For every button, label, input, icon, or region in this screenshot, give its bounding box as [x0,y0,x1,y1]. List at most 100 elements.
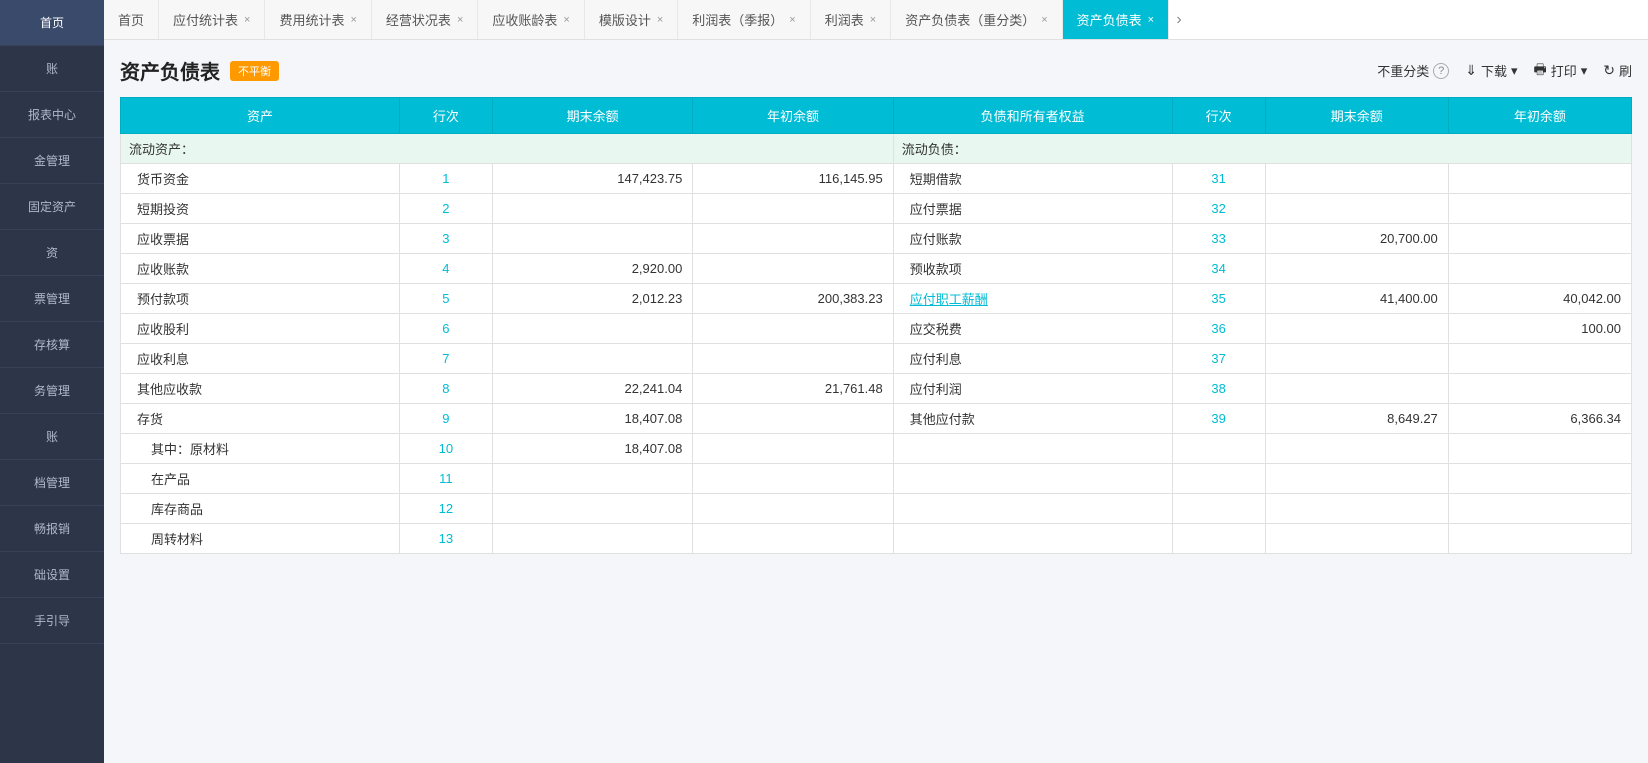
right-row-num: 34 [1172,254,1265,284]
left-begin-balance [693,524,893,554]
col-header-row-num-right: 行次 [1172,98,1265,134]
right-begin-balance [1448,254,1631,284]
table-row: 在产品 11 [121,464,1632,494]
sidebar-item-guide[interactable]: 手引导 [0,598,104,644]
col-header-liabilities: 负债和所有者权益 [893,98,1172,134]
help-icon[interactable]: ? [1433,63,1449,79]
download-btn[interactable]: ⇓ 下载 ▾ [1465,61,1517,80]
right-begin-balance: 6,366.34 [1448,404,1631,434]
right-begin-balance [1448,464,1631,494]
tab-template-design[interactable]: 模版设计 × [585,0,678,40]
right-begin-balance [1448,344,1631,374]
tab-home[interactable]: 首页 [104,0,159,40]
left-row-num: 8 [399,374,492,404]
left-end-balance: 18,407.08 [492,434,692,464]
left-end-balance: 2,012.23 [492,284,692,314]
left-item: 库存商品 [121,494,400,524]
left-end-balance [492,344,692,374]
right-row-num: 36 [1172,314,1265,344]
table-row: 其中：原材料 10 18,407.08 [121,434,1632,464]
col-header-assets: 资产 [121,98,400,134]
left-row-num: 6 [399,314,492,344]
left-begin-balance: 116,145.95 [693,164,893,194]
tab-profit-quarterly[interactable]: 利润表（季报） × [678,0,810,40]
right-row-num: 39 [1172,404,1265,434]
table-row: 周转材料 13 [121,524,1632,554]
left-end-balance [492,224,692,254]
tab-balance-sheet-label: 资产负债表 [1077,10,1142,29]
left-end-balance: 18,407.08 [492,404,692,434]
right-end-balance [1265,494,1448,524]
left-begin-balance: 200,383.23 [693,284,893,314]
sidebar-item-archive[interactable]: 档管理 [0,460,104,506]
tab-expense-stats[interactable]: 费用统计表 × [265,0,371,40]
tab-balance-reclassify[interactable]: 资产负债表（重分类） × [891,0,1062,40]
sidebar-item-account[interactable]: 账 [0,46,104,92]
right-begin-balance [1448,224,1631,254]
tab-balance-sheet-close[interactable]: × [1148,14,1154,26]
download-chevron: ▾ [1511,63,1518,79]
right-begin-balance: 100.00 [1448,314,1631,344]
tab-balance-sheet[interactable]: 资产负债表 × [1063,0,1169,40]
right-item [893,464,1172,494]
print-chevron: ▾ [1581,63,1588,79]
left-item: 应收股利 [121,314,400,344]
sidebar-item-ticket-management[interactable]: 票管理 [0,276,104,322]
left-end-balance: 147,423.75 [492,164,692,194]
left-item: 其他应收款 [121,374,400,404]
left-begin-balance [693,224,893,254]
table-row: 短期投资 2 应付票据 32 [121,194,1632,224]
left-item: 存货 [121,404,400,434]
tab-profit-close[interactable]: × [870,14,876,26]
tab-template-design-close[interactable]: × [657,14,663,26]
sidebar-item-affairs[interactable]: 务管理 [0,368,104,414]
tab-profit[interactable]: 利润表 × [811,0,891,40]
right-item [893,434,1172,464]
tab-expense-stats-close[interactable]: × [350,14,356,26]
sidebar-item-ledger[interactable]: 账 [0,414,104,460]
sidebar-item-fund-management[interactable]: 金管理 [0,138,104,184]
right-row-num: 32 [1172,194,1265,224]
tab-balance-reclassify-close[interactable]: × [1041,14,1047,26]
right-item: 应付职工薪酬 [893,284,1172,314]
tab-template-design-label: 模版设计 [599,10,651,29]
print-label: 打印 [1551,61,1577,80]
tab-operation-status[interactable]: 经营状况表 × [372,0,478,40]
tab-receivable-aging-close[interactable]: × [563,14,569,26]
right-row-num [1172,434,1265,464]
right-item: 应付利息 [893,344,1172,374]
sidebar-item-inventory[interactable]: 存核算 [0,322,104,368]
table-row: 应收票据 3 应付账款 33 20,700.00 [121,224,1632,254]
table-row: 货币资金 1 147,423.75 116,145.95 短期借款 31 [121,164,1632,194]
tab-profit-quarterly-close[interactable]: × [789,14,795,26]
print-btn[interactable]: 🖶 打印 ▾ [1533,59,1587,83]
left-row-num: 3 [399,224,492,254]
tab-bar: 首页 应付统计表 × 费用统计表 × 经营状况表 × 应收账龄表 × 模版设计 … [104,0,1648,40]
sidebar-item-assets[interactable]: 资 [0,230,104,276]
right-end-balance [1265,434,1448,464]
sidebar-item-expense[interactable]: 畅报销 [0,506,104,552]
tab-payable-stats-close[interactable]: × [244,14,250,26]
page-title-row: 资产负债表 不平衡 [120,56,279,85]
left-begin-balance [693,344,893,374]
sidebar-item-report-center[interactable]: 报表中心 [0,92,104,138]
right-end-balance [1265,344,1448,374]
tab-receivable-aging[interactable]: 应收账龄表 × [478,0,584,40]
left-row-num: 7 [399,344,492,374]
sidebar-item-home[interactable]: 首页 [0,0,104,46]
sidebar-item-fixed-assets[interactable]: 固定资产 [0,184,104,230]
sidebar-item-settings[interactable]: 础设置 [0,552,104,598]
section-label-current-liabilities: 流动负债： [893,134,1631,164]
right-end-balance: 8,649.27 [1265,404,1448,434]
left-end-balance [492,314,692,344]
table-row: 应收账款 4 2,920.00 预收款项 34 [121,254,1632,284]
section-label-current-assets: 流动资产： [121,134,894,164]
left-end-balance [492,194,692,224]
refresh-btn[interactable]: ↻ 刷 [1603,61,1632,80]
tab-operation-status-close[interactable]: × [457,14,463,26]
tab-payable-stats[interactable]: 应付统计表 × [159,0,265,40]
toolbar-right: 不重分类 ? ⇓ 下载 ▾ 🖶 打印 ▾ ↻ 刷 [1377,59,1632,83]
tab-scroll-right[interactable]: › [1169,11,1189,29]
no-reclassify-btn[interactable]: 不重分类 ? [1377,61,1449,80]
right-item: 其他应付款 [893,404,1172,434]
